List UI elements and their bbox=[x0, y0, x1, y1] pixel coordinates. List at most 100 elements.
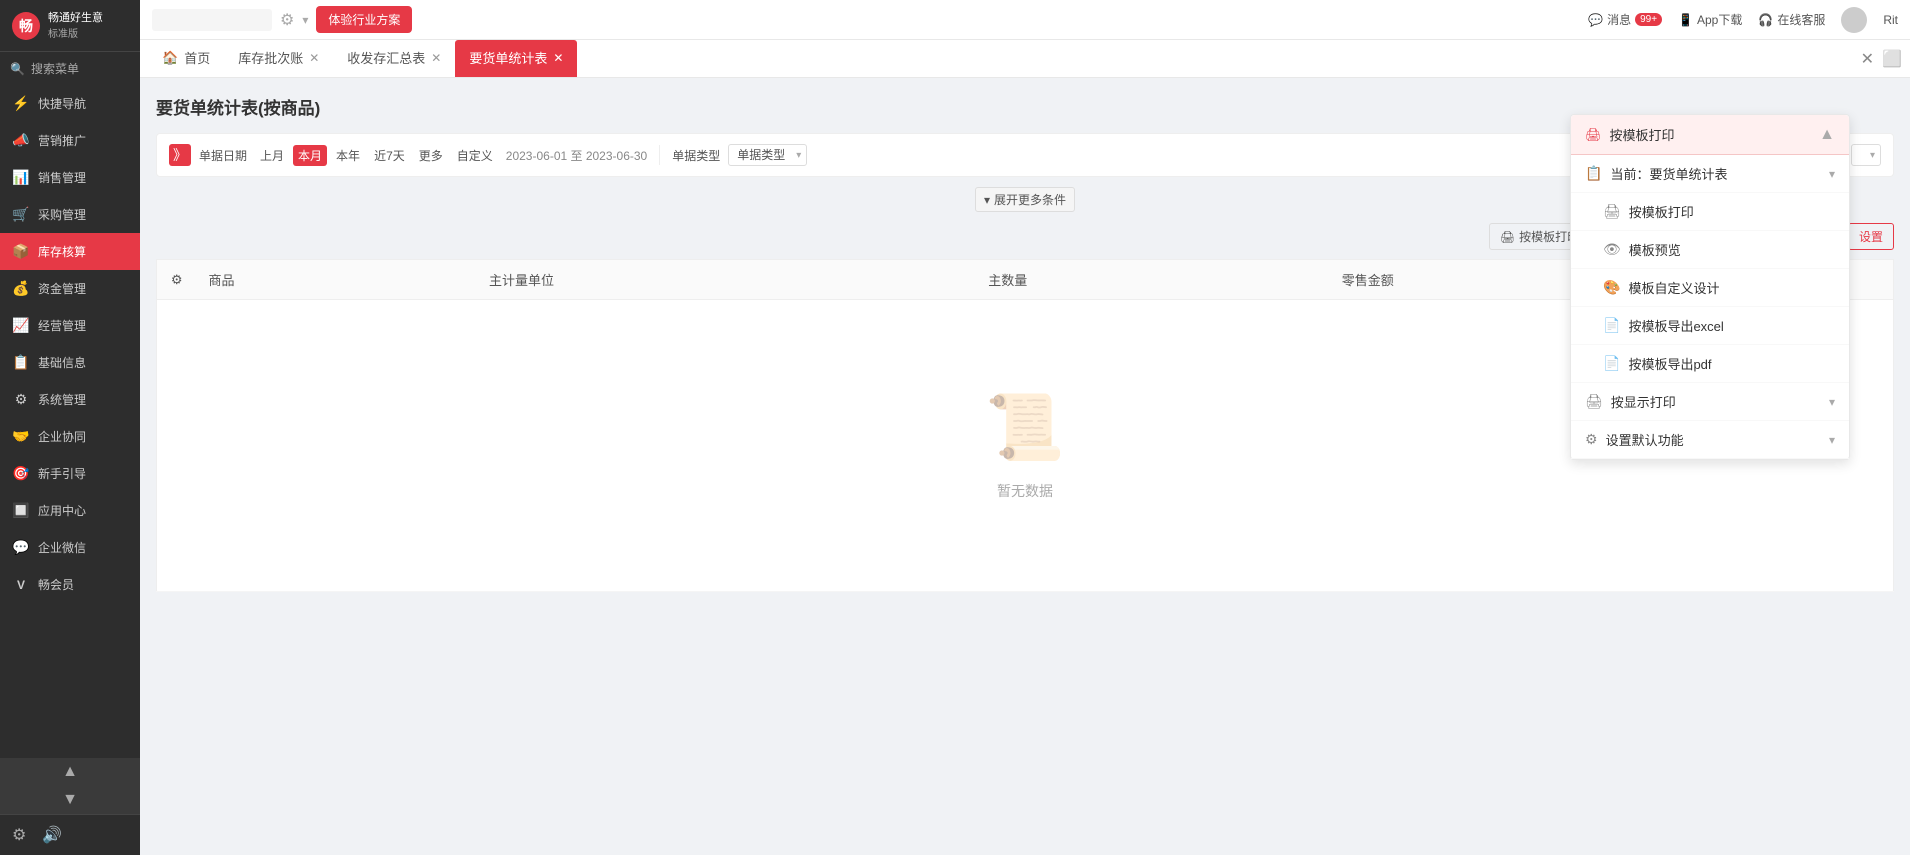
template-pdf-icon: 📄 bbox=[1603, 355, 1620, 372]
sales-icon: 📊 bbox=[12, 169, 30, 186]
sidebar: 畅 畅通好生意 标准版 🔍 搜索菜单 ⚡ 快捷导航 📣 营销推广 📊 销售管理 … bbox=[0, 0, 140, 855]
template-pdf-label: 按模板导出pdf bbox=[1628, 354, 1711, 373]
sidebar-bottom: ⚙ 🔊 bbox=[0, 814, 140, 855]
quick-nav-icon: ⚡ bbox=[12, 95, 30, 112]
sidebar-item-label: 快捷导航 bbox=[38, 95, 86, 112]
date-btn-7days[interactable]: 近7天 bbox=[369, 145, 410, 166]
template-excel-left: 📄 按模板导出excel bbox=[1603, 316, 1724, 335]
date-btn-last-month[interactable]: 上月 bbox=[255, 145, 289, 166]
print-dropdown-template-design[interactable]: 🎨 模板自定义设计 bbox=[1571, 269, 1849, 307]
messages-btn[interactable]: 💬 消息 99+ bbox=[1588, 11, 1662, 28]
inventory-icon: 📦 bbox=[12, 243, 30, 260]
filter-order-goods-select[interactable] bbox=[1851, 144, 1881, 166]
trial-btn[interactable]: 体验行业方案 bbox=[316, 6, 412, 33]
app-download-btn[interactable]: 📱 App下载 bbox=[1678, 11, 1742, 28]
newbie-icon: 🎯 bbox=[12, 465, 30, 482]
online-service-label: 在线客服 bbox=[1777, 11, 1825, 28]
sidebar-search-label: 搜索菜单 bbox=[31, 60, 79, 77]
sidebar-menu: ⚡ 快捷导航 📣 营销推广 📊 销售管理 🛒 采购管理 📦 库存核算 💰 资金管… bbox=[0, 85, 140, 758]
print-dropdown-current[interactable]: 📋 当前：要货单统计表 ▾ bbox=[1571, 155, 1849, 193]
date-btn-this-month[interactable]: 本月 bbox=[293, 145, 327, 166]
print-dropdown-default-func[interactable]: ⚙ 设置默认功能 ▾ bbox=[1571, 421, 1849, 459]
sidebar-scroll-up[interactable]: ▲ bbox=[0, 758, 140, 786]
sidebar-item-label: 新手引导 bbox=[38, 465, 86, 482]
sidebar-item-label: 基础信息 bbox=[38, 354, 86, 371]
sidebar-item-inventory[interactable]: 📦 库存核算 bbox=[0, 233, 140, 270]
sidebar-item-label: 企业微信 bbox=[38, 539, 86, 556]
expand-more-btn[interactable]: ▾ 展开更多条件 bbox=[975, 187, 1075, 212]
filter-expand-btn[interactable]: 》 bbox=[169, 144, 191, 166]
topbar-gear-icon[interactable]: ⚙ bbox=[280, 10, 294, 30]
settings-icon[interactable]: ⚙ bbox=[12, 825, 26, 845]
tab-maximize-btn[interactable]: ⬜ bbox=[1882, 49, 1902, 69]
tab-home[interactable]: 🏠 首页 bbox=[148, 40, 224, 77]
sidebar-item-member[interactable]: V 畅会员 bbox=[0, 566, 140, 603]
marketing-icon: 📣 bbox=[12, 132, 30, 149]
username: Rit bbox=[1883, 13, 1898, 27]
sidebar-item-finance[interactable]: 💰 资金管理 bbox=[0, 270, 140, 307]
topbar-dropdown-icon[interactable]: ▾ bbox=[302, 13, 308, 27]
topbar-search[interactable] bbox=[152, 9, 272, 31]
date-btn-this-year[interactable]: 本年 bbox=[331, 145, 365, 166]
print-dropdown-template-preview[interactable]: 👁 模板预览 bbox=[1571, 231, 1849, 269]
date-range: 2023-06-01 至 2023-06-30 bbox=[506, 147, 647, 164]
sidebar-item-newbie[interactable]: 🎯 新手引导 bbox=[0, 455, 140, 492]
sidebar-scroll-down[interactable]: ▼ bbox=[0, 786, 140, 814]
sidebar-item-sales[interactable]: 📊 销售管理 bbox=[0, 159, 140, 196]
date-label: 单据日期 bbox=[199, 147, 247, 164]
sidebar-item-app[interactable]: 🔲 应用中心 bbox=[0, 492, 140, 529]
template-print-icon: 🖨 bbox=[1603, 203, 1621, 220]
page-content: 要货单统计表(按商品) 》 单据日期 上月 本月 本年 近7天 更多 自定义 2… bbox=[140, 78, 1910, 855]
sidebar-item-label: 销售管理 bbox=[38, 169, 86, 186]
print-dropdown-template-print[interactable]: 🖨 按模板打印 bbox=[1571, 193, 1849, 231]
filter-date-options: 上月 本月 本年 近7天 更多 自定义 2023-06-01 至 2023-06… bbox=[255, 145, 647, 166]
filter-type-select-wrap: 单据类型 bbox=[728, 144, 807, 166]
print-dropdown-header-icon: 🖨 bbox=[1585, 127, 1602, 143]
sidebar-item-label: 经营管理 bbox=[38, 317, 86, 334]
online-service-btn[interactable]: 🎧 在线客服 bbox=[1758, 11, 1825, 28]
tab-order-stats-close[interactable]: ✕ bbox=[553, 51, 563, 65]
print-dropdown-template-excel[interactable]: 📄 按模板导出excel bbox=[1571, 307, 1849, 345]
avatar[interactable] bbox=[1841, 7, 1867, 33]
tab-batch-ledger-close[interactable]: ✕ bbox=[309, 51, 319, 65]
sidebar-item-system[interactable]: ⚙ 系统管理 bbox=[0, 381, 140, 418]
print-dropdown-display-print[interactable]: 🖨 按显示打印 ▾ bbox=[1571, 383, 1849, 421]
template-preview-icon: 👁 bbox=[1603, 241, 1621, 258]
sidebar-item-enterprise[interactable]: 🤝 企业协同 bbox=[0, 418, 140, 455]
table-col-settings[interactable]: ⚙ bbox=[157, 260, 197, 300]
enterprise-icon: 🤝 bbox=[12, 428, 30, 445]
sidebar-item-operation[interactable]: 📈 经营管理 bbox=[0, 307, 140, 344]
print-dropdown-title: 按模板打印 bbox=[1610, 125, 1675, 144]
date-btn-custom[interactable]: 自定义 bbox=[452, 145, 498, 166]
tab-order-stats-label: 要货单统计表 bbox=[469, 48, 547, 67]
basic-icon: 📋 bbox=[12, 354, 30, 371]
template-excel-icon: 📄 bbox=[1603, 317, 1620, 334]
print-icon: 🖨 bbox=[1500, 230, 1515, 244]
sidebar-item-basic[interactable]: 📋 基础信息 bbox=[0, 344, 140, 381]
print-dropdown-template-pdf[interactable]: 📄 按模板导出pdf bbox=[1571, 345, 1849, 383]
sidebar-search[interactable]: 🔍 搜索菜单 bbox=[0, 52, 140, 85]
member-icon: V bbox=[12, 578, 30, 592]
filter-type-select[interactable]: 单据类型 bbox=[728, 144, 807, 166]
date-btn-more[interactable]: 更多 bbox=[414, 145, 448, 166]
sidebar-item-marketing[interactable]: 📣 营销推广 bbox=[0, 122, 140, 159]
table-col-goods: 商品 bbox=[197, 260, 478, 300]
type-label: 单据类型 bbox=[672, 147, 720, 164]
print-dropdown-close-btn[interactable]: ▲ bbox=[1819, 126, 1835, 144]
template-excel-label: 按模板导出excel bbox=[1628, 316, 1723, 335]
sidebar-item-purchase[interactable]: 🛒 采购管理 bbox=[0, 196, 140, 233]
audio-icon[interactable]: 🔊 bbox=[42, 825, 62, 845]
finance-icon: 💰 bbox=[12, 280, 30, 297]
sidebar-item-quick-nav[interactable]: ⚡ 快捷导航 bbox=[0, 85, 140, 122]
empty-text: 暂无数据 bbox=[997, 481, 1053, 501]
home-icon: 🏠 bbox=[162, 50, 178, 66]
sidebar-item-wechat[interactable]: 💬 企业微信 bbox=[0, 529, 140, 566]
tab-close-all-btn[interactable]: ✕ bbox=[1861, 49, 1874, 69]
tab-batch-ledger[interactable]: 库存批次账 ✕ bbox=[224, 40, 333, 77]
tab-collection-summary-close[interactable]: ✕ bbox=[431, 51, 441, 65]
settings-btn[interactable]: 设置 bbox=[1848, 223, 1894, 250]
logo-icon: 畅 bbox=[12, 12, 40, 40]
tab-collection-summary[interactable]: 收发存汇总表 ✕ bbox=[333, 40, 455, 77]
template-design-label: 模板自定义设计 bbox=[1628, 278, 1719, 297]
tab-order-stats[interactable]: 要货单统计表 ✕ bbox=[455, 40, 577, 77]
